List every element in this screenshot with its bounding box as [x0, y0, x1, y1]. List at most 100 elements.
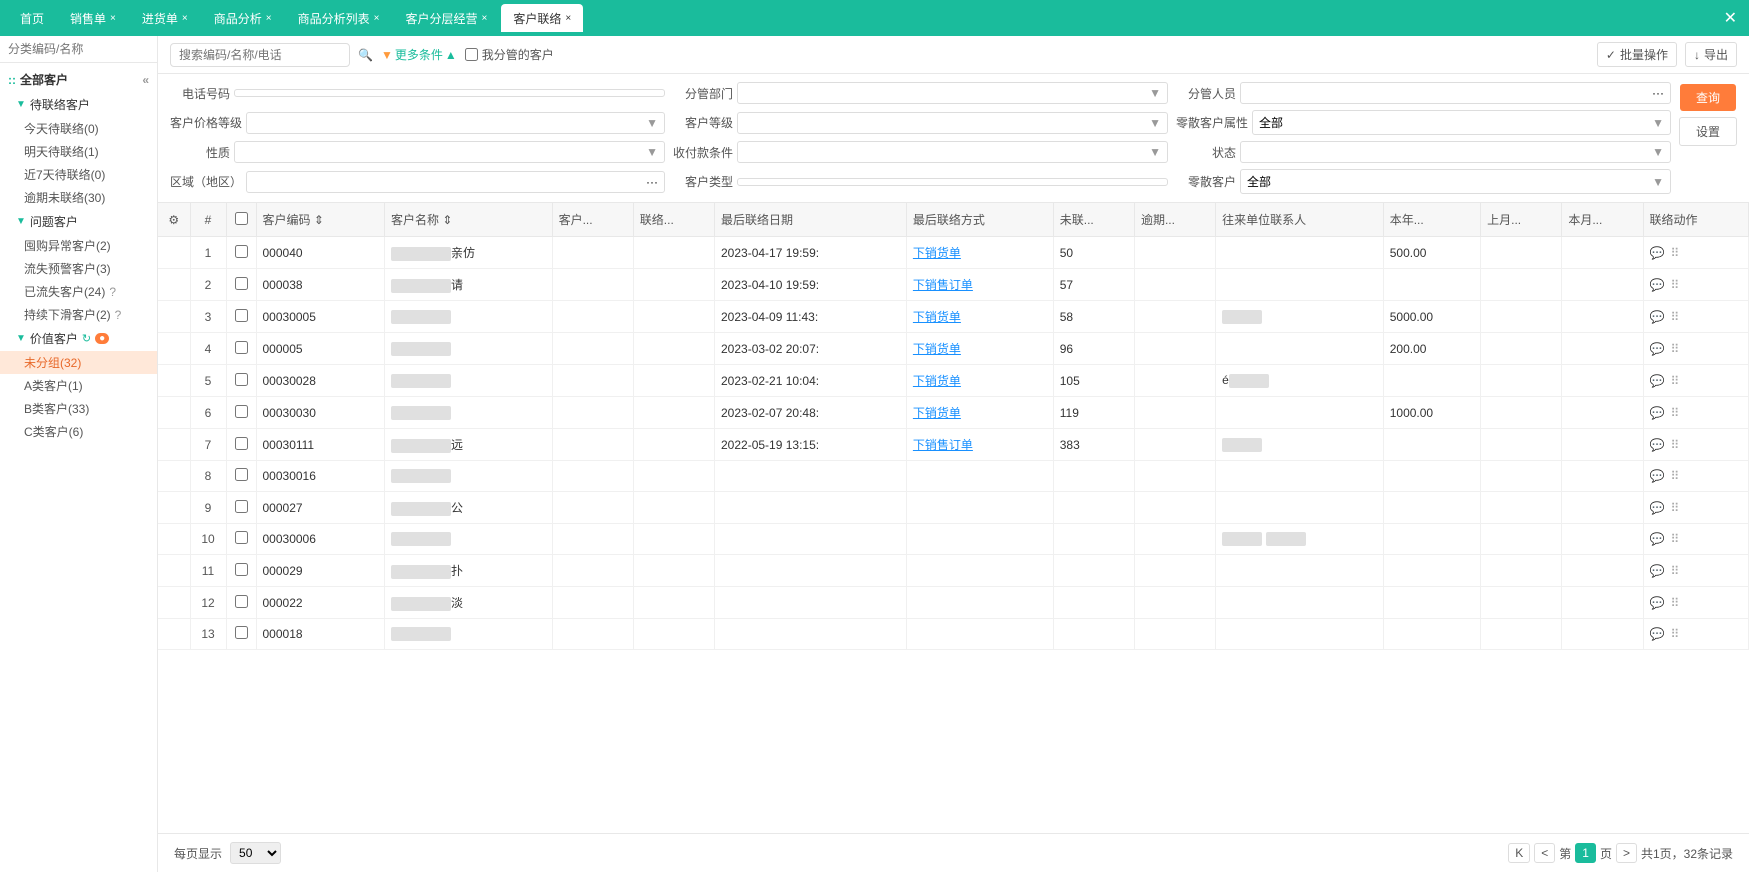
more-action-icon-1[interactable]: ⠿: [1670, 278, 1679, 292]
row-checkbox-4[interactable]: [226, 365, 256, 397]
pending-item-1[interactable]: 明天待联络(1): [0, 140, 157, 163]
row-checkbox-7[interactable]: [226, 461, 256, 492]
phone-action-icon-4[interactable]: 💬: [1650, 374, 1665, 388]
first-page-button[interactable]: K: [1508, 843, 1530, 863]
row-checkbox-8[interactable]: [226, 492, 256, 524]
row-checkbox-1[interactable]: [226, 269, 256, 301]
last-method-col-header[interactable]: 最后联络方式: [906, 203, 1053, 237]
row-checkbox-input-2[interactable]: [235, 309, 248, 322]
row-checkbox-input-8[interactable]: [235, 500, 248, 513]
row-last-method-6[interactable]: 下销售订单: [906, 429, 1053, 461]
row-last-method-8[interactable]: [906, 492, 1053, 524]
row-checkbox-input-9[interactable]: [235, 531, 248, 544]
more-action-icon-10[interactable]: ⠿: [1670, 564, 1679, 578]
row-last-method-7[interactable]: [906, 461, 1053, 492]
row-checkbox-6[interactable]: [226, 429, 256, 461]
row-checkbox-input-10[interactable]: [235, 563, 248, 576]
last-month-col-header[interactable]: 上月...: [1481, 203, 1562, 237]
problem-item-3[interactable]: 持续下滑客户(2) ?: [0, 303, 157, 326]
prev-page-button[interactable]: <: [1534, 843, 1555, 863]
value-item-3[interactable]: C类客户(6): [0, 420, 157, 443]
problem-item-2[interactable]: 已流失客户(24) ?: [0, 280, 157, 303]
pending-item-0[interactable]: 今天待联络(0): [0, 117, 157, 140]
row-last-method-2[interactable]: 下销货单: [906, 301, 1053, 333]
more-action-icon-0[interactable]: ⠿: [1670, 246, 1679, 260]
phone-action-icon-9[interactable]: 💬: [1650, 532, 1665, 546]
current-page-button[interactable]: 1: [1575, 843, 1596, 863]
customer-search-input[interactable]: [170, 43, 350, 67]
manager-input[interactable]: ···: [1240, 82, 1671, 104]
row-checkbox-input-4[interactable]: [235, 373, 248, 386]
row-last-method-12[interactable]: [906, 619, 1053, 650]
row-checkbox-5[interactable]: [226, 397, 256, 429]
row-checkbox-10[interactable]: [226, 555, 256, 587]
more-action-icon-3[interactable]: ⠿: [1670, 342, 1679, 356]
phone-action-icon-7[interactable]: 💬: [1650, 469, 1665, 483]
tab-close-icon-4[interactable]: ×: [481, 13, 487, 24]
row-checkbox-2[interactable]: [226, 301, 256, 333]
price-level-input[interactable]: ▼: [246, 112, 665, 134]
pending-item-2[interactable]: 近7天待联络(0): [0, 163, 157, 186]
row-checkbox-3[interactable]: [226, 333, 256, 365]
phone-action-icon-8[interactable]: 💬: [1650, 501, 1665, 515]
row-checkbox-input-0[interactable]: [235, 245, 248, 258]
nav-tab-1[interactable]: 进货单 ×: [130, 4, 200, 32]
value-refresh-icon[interactable]: ↻: [82, 332, 91, 345]
phone-action-icon-0[interactable]: 💬: [1650, 246, 1665, 260]
more-action-icon-2[interactable]: ⠿: [1670, 310, 1679, 324]
phone-action-icon-6[interactable]: 💬: [1650, 438, 1665, 452]
nav-tab-0[interactable]: 销售单 ×: [58, 4, 128, 32]
nature-input[interactable]: ▼: [234, 141, 665, 163]
contacts-person-col-header[interactable]: 往来单位联系人: [1216, 203, 1384, 237]
name-column-header[interactable]: 客户名称 ⇕: [385, 203, 553, 237]
pending-section-title[interactable]: ▼ 待联络客户: [0, 92, 157, 117]
row-checkbox-input-5[interactable]: [235, 405, 248, 418]
more-action-icon-12[interactable]: ⠿: [1670, 627, 1679, 641]
problem-section-title[interactable]: ▼ 问题客户: [0, 209, 157, 234]
my-customers-checkbox[interactable]: [465, 48, 478, 61]
value-item-1[interactable]: A类客户(1): [0, 374, 157, 397]
customer-col-header[interactable]: 客户...: [552, 203, 633, 237]
more-conditions-button[interactable]: ▼ 更多条件 ▲: [381, 46, 457, 63]
row-checkbox-input-7[interactable]: [235, 468, 248, 481]
payment-input[interactable]: ▼: [737, 141, 1168, 163]
row-last-method-0[interactable]: 下销货单: [906, 237, 1053, 269]
window-close-button[interactable]: ✕: [1720, 4, 1741, 32]
problem-item-1[interactable]: 流失预警客户(3): [0, 257, 157, 280]
select-all-checkbox[interactable]: [235, 212, 248, 225]
tab-close-icon-5[interactable]: ×: [565, 13, 571, 24]
nav-home-tab[interactable]: 首页: [8, 4, 56, 32]
row-checkbox-9[interactable]: [226, 524, 256, 555]
retail-customer-input[interactable]: 全部 ▼: [1240, 169, 1671, 194]
tab-close-icon-0[interactable]: ×: [110, 13, 116, 24]
settings-column-header[interactable]: ⚙: [158, 203, 190, 237]
category-search-input[interactable]: [8, 42, 158, 56]
row-last-method-4[interactable]: 下销货单: [906, 365, 1053, 397]
value-section-title[interactable]: ▼ 价值客户 ↻ ●: [0, 326, 157, 351]
row-checkbox-11[interactable]: [226, 587, 256, 619]
row-checkbox-input-12[interactable]: [235, 626, 248, 639]
row-checkbox-input-1[interactable]: [235, 277, 248, 290]
more-action-icon-4[interactable]: ⠿: [1670, 374, 1679, 388]
all-customers-header[interactable]: :: 全部客户 «: [0, 67, 157, 92]
row-last-method-11[interactable]: [906, 587, 1053, 619]
customer-level-input[interactable]: ▼: [737, 112, 1168, 134]
more-action-icon-5[interactable]: ⠿: [1670, 406, 1679, 420]
unlinked-col-header[interactable]: 未联...: [1053, 203, 1134, 237]
row-checkbox-input-6[interactable]: [235, 437, 248, 450]
export-button[interactable]: ↓ 导出: [1685, 42, 1737, 67]
pending-item-3[interactable]: 逾期未联络(30): [0, 186, 157, 209]
more-action-icon-8[interactable]: ⠿: [1670, 501, 1679, 515]
next-page-button[interactable]: >: [1616, 843, 1637, 863]
more-action-icon-6[interactable]: ⠿: [1670, 438, 1679, 452]
last-date-col-header[interactable]: 最后联络日期: [715, 203, 907, 237]
batch-operation-button[interactable]: ✓ 批量操作: [1597, 42, 1677, 67]
phone-action-icon-11[interactable]: 💬: [1650, 596, 1665, 610]
row-last-method-9[interactable]: [906, 524, 1053, 555]
code-column-header[interactable]: 客户编码 ⇕: [256, 203, 385, 237]
page-size-select[interactable]: 50 100 200: [230, 842, 281, 864]
retail-attr-input[interactable]: 全部 ▼: [1252, 110, 1671, 135]
more-action-icon-7[interactable]: ⠿: [1670, 469, 1679, 483]
reset-button[interactable]: 设置: [1679, 117, 1737, 146]
customer-type-input[interactable]: [737, 178, 1168, 186]
